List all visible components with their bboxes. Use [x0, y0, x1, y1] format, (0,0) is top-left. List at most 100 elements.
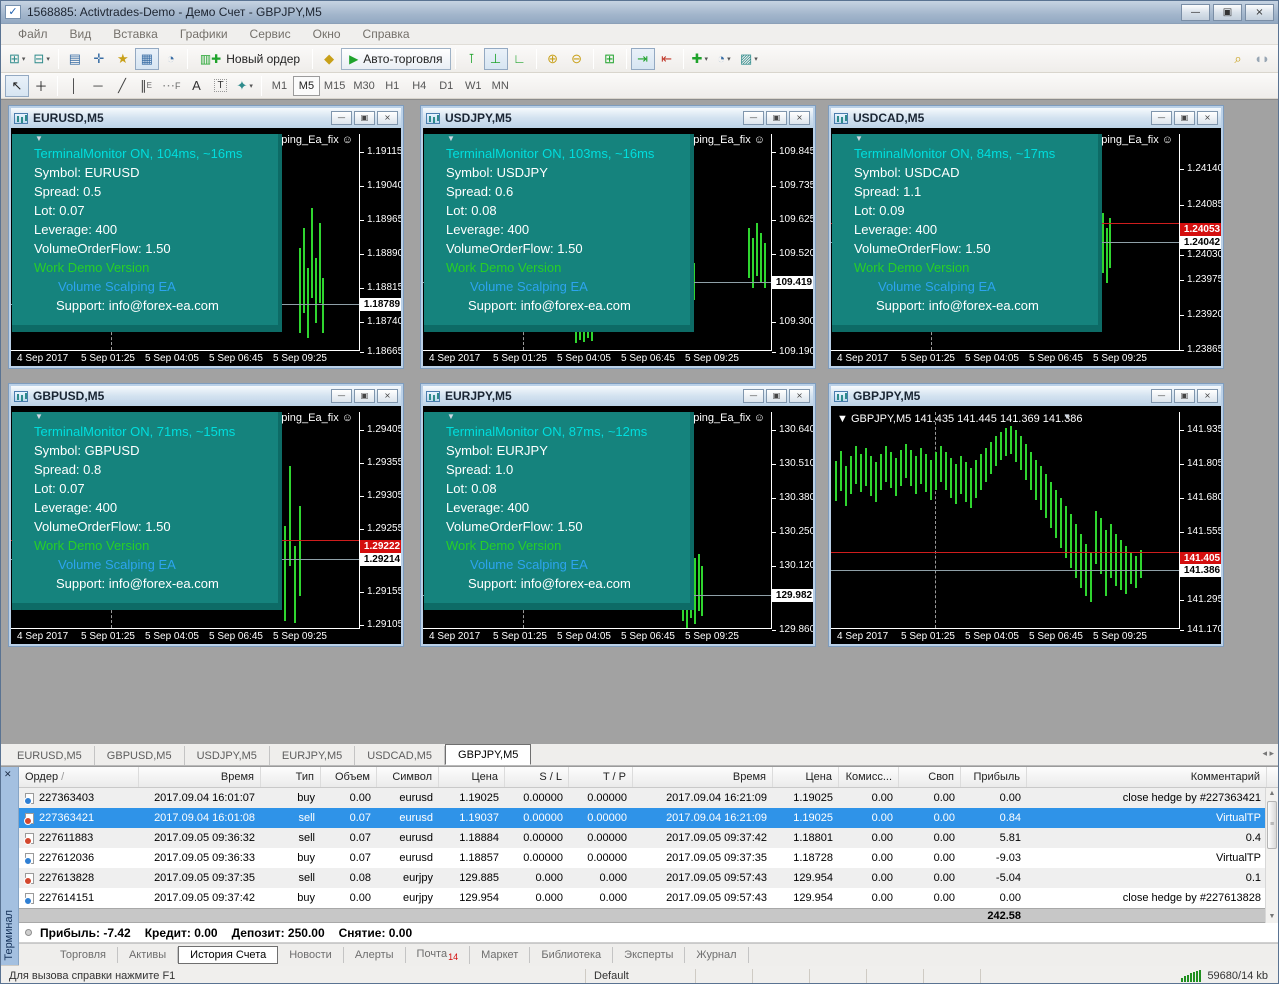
terminal-tab-эксперты[interactable]: Эксперты — [613, 947, 686, 963]
menu-item-справка[interactable]: Справка — [352, 27, 421, 41]
chart-restore-button[interactable]: ▣ — [766, 111, 787, 125]
chart-shift-button[interactable]: ⇤ — [655, 48, 679, 70]
chart-restore-button[interactable]: ▣ — [354, 111, 375, 125]
column-header[interactable]: Ордер / — [19, 767, 139, 787]
fibonacci-button[interactable]: ⋯ F — [158, 75, 185, 97]
tab-scroll-buttons[interactable]: ◂ ▸ — [1262, 748, 1274, 759]
chart-tab-eurjpy[interactable]: EURJPY,M5 — [269, 746, 356, 765]
column-header[interactable]: Символ — [377, 767, 439, 787]
terminal-tab-новости[interactable]: Новости — [278, 947, 344, 963]
menu-item-окно[interactable]: Окно — [302, 27, 352, 41]
crosshair-button[interactable]: ＋ — [29, 75, 53, 97]
chart-minimize-button[interactable]: — — [743, 111, 764, 125]
status-profile[interactable]: Default — [586, 968, 696, 983]
menu-item-графики[interactable]: Графики — [169, 27, 239, 41]
chart-plot-area[interactable]: TerminalMonitor ON, 84ms, ~17ms Symbol: U… — [831, 128, 1221, 366]
chart-tab-usdjpy[interactable]: USDJPY,M5 — [184, 746, 270, 765]
chart-tab-eurusd[interactable]: EURUSD,M5 — [5, 746, 95, 765]
new-order-button[interactable]: ▥✚ Новый ордер — [192, 48, 308, 70]
chart-close-button[interactable]: × — [1197, 111, 1218, 125]
candlestick-mode-button[interactable]: ⊥ — [483, 47, 508, 70]
auto-trading-button[interactable]: ▶ Авто-торговля — [341, 47, 451, 70]
timeframe-m15-button[interactable]: M15 — [320, 76, 349, 96]
market-watch-button[interactable]: ▤ — [63, 48, 87, 70]
table-row[interactable]: 227363403 2017.09.04 16:01:07 buy 0.00 eurus… — [19, 788, 1278, 808]
column-header[interactable]: Прибыль — [961, 767, 1027, 787]
column-header[interactable]: Время — [139, 767, 261, 787]
terminal-toggle-button[interactable]: ▦ — [134, 47, 159, 70]
timeframe-d1-button[interactable]: D1 — [433, 76, 460, 96]
column-header[interactable]: Время — [633, 767, 773, 787]
bar-chart-mode-button[interactable]: ⊺ — [460, 48, 484, 70]
navigator-button[interactable]: ★ — [111, 48, 135, 70]
terminal-tab-алерты[interactable]: Алерты — [344, 947, 406, 963]
timeframe-h4-button[interactable]: H4 — [406, 76, 433, 96]
column-header[interactable]: S / L — [505, 767, 569, 787]
data-window-button[interactable]: ✛ — [87, 48, 111, 70]
table-row[interactable]: 227611883 2017.09.05 09:36:32 sell 0.07 euru… — [19, 828, 1278, 848]
chart-restore-button[interactable]: ▣ — [354, 389, 375, 403]
search-icon[interactable]: ⌕ — [1226, 48, 1250, 70]
chart-minimize-button[interactable]: — — [331, 389, 352, 403]
chart-restore-button[interactable]: ▣ — [766, 389, 787, 403]
periods-button[interactable]: ◔ ▾ — [712, 48, 736, 70]
chart-plot-area[interactable]: TerminalMonitor ON, 103ms, ~16ms Symbol: … — [423, 128, 813, 366]
terminal-close-icon[interactable]: ✕ — [4, 769, 12, 780]
chart-plot-area[interactable]: ▼ GBPJPY,M5 141.435 141.445 141.369 141.… — [831, 406, 1221, 644]
terminal-tab-маркет[interactable]: Маркет — [470, 947, 531, 963]
metaeditor-button[interactable]: ◆ — [317, 48, 341, 70]
table-row[interactable]: 227363421 2017.09.04 16:01:08 sell 0.07 euru… — [19, 808, 1278, 828]
templates-button[interactable]: ▨ ▾ — [736, 48, 762, 70]
column-header[interactable]: Комисс... — [839, 767, 899, 787]
chart-minimize-button[interactable]: — — [743, 389, 764, 403]
scroll-down-icon[interactable]: ▼ — [1266, 911, 1278, 923]
column-header[interactable]: Цена — [439, 767, 505, 787]
cursor-button[interactable]: ↖ — [5, 74, 29, 97]
minimize-button[interactable]: — — [1181, 3, 1210, 21]
chart-minimize-button[interactable]: — — [1151, 111, 1172, 125]
chart-close-button[interactable]: × — [377, 389, 398, 403]
chat-icon[interactable]: ◖◗ — [1250, 48, 1274, 70]
chart-close-button[interactable]: × — [789, 111, 810, 125]
column-header[interactable]: Своп — [899, 767, 961, 787]
chart-plot-area[interactable]: TerminalMonitor ON, 104ms, ~16ms Symbol: … — [11, 128, 401, 366]
chart-minimize-button[interactable]: — — [1151, 389, 1172, 403]
timeframe-w1-button[interactable]: W1 — [460, 76, 487, 96]
terminal-tab-активы[interactable]: Активы — [118, 947, 179, 963]
terminal-tab-торговля[interactable]: Торговля — [49, 947, 118, 963]
zoom-out-button[interactable]: ⊖ — [565, 48, 589, 70]
chart-restore-button[interactable]: ▣ — [1174, 111, 1195, 125]
channel-button[interactable]: ∥ E — [134, 75, 158, 97]
chart-plot-area[interactable]: TerminalMonitor ON, 87ms, ~12ms Symbol: E… — [423, 406, 813, 644]
column-header[interactable]: Цена — [773, 767, 839, 787]
timeframe-m5-button[interactable]: M5 — [292, 75, 320, 96]
timeframe-mn-button[interactable]: MN — [487, 76, 514, 96]
close-button[interactable]: × — [1245, 3, 1274, 21]
shapes-dropdown[interactable]: ✦ ▾ — [233, 75, 257, 97]
menu-item-вставка[interactable]: Вставка — [102, 27, 169, 41]
chart-close-button[interactable]: × — [789, 389, 810, 403]
chart-close-button[interactable]: × — [1197, 389, 1218, 403]
terminal-scrollbar[interactable]: ▲ ≡ ▼ — [1265, 788, 1278, 923]
new-chart-button[interactable]: ⊞ ▾ — [5, 48, 29, 70]
chart-tab-usdcad[interactable]: USDCAD,M5 — [355, 746, 446, 765]
column-header[interactable]: T / P — [569, 767, 633, 787]
column-header[interactable]: Тип — [261, 767, 321, 787]
table-row[interactable]: 227612036 2017.09.05 09:36:33 buy 0.07 eurus… — [19, 848, 1278, 868]
chart-restore-button[interactable]: ▣ — [1174, 389, 1195, 403]
scroll-up-icon[interactable]: ▲ — [1266, 788, 1278, 800]
terminal-tab-библиотека[interactable]: Библиотека — [530, 947, 614, 963]
column-header[interactable]: Комментарий — [1027, 767, 1267, 787]
terminal-tab-журнал[interactable]: Журнал — [685, 947, 749, 963]
trendline-button[interactable]: ╱ — [110, 75, 134, 97]
chart-tab-gbpjpy[interactable]: GBPJPY,M5 — [445, 744, 532, 765]
menu-item-файл[interactable]: Файл — [7, 27, 59, 41]
timeframe-h1-button[interactable]: H1 — [379, 76, 406, 96]
terminal-tab-история-счета[interactable]: История Счета — [178, 946, 279, 964]
strategy-tester-button[interactable]: ◔ — [159, 48, 183, 70]
indicators-button[interactable]: ✚ ▾ — [688, 48, 712, 70]
menu-item-вид[interactable]: Вид — [59, 27, 103, 41]
text-button[interactable]: A — [185, 75, 209, 97]
table-row[interactable]: 227614151 2017.09.05 09:37:42 buy 0.00 eurjp… — [19, 888, 1278, 908]
chart-tab-gbpusd[interactable]: GBPUSD,M5 — [94, 746, 185, 765]
